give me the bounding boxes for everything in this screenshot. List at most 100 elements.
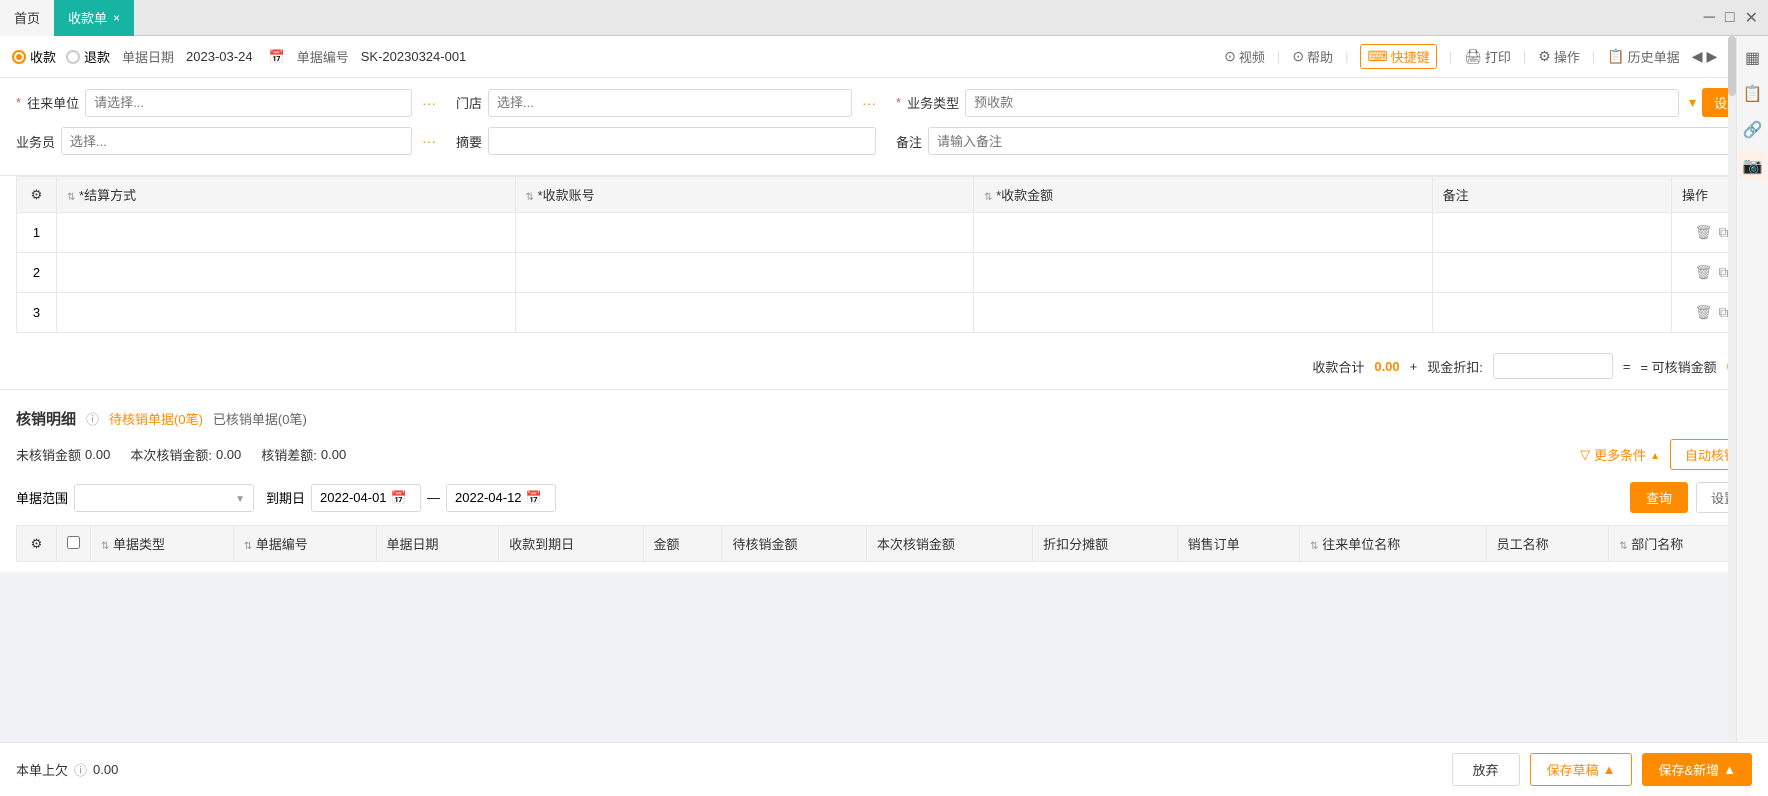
save-new-arrow[interactable]: ▲ <box>1723 762 1736 777</box>
total-value: 0.00 <box>1374 359 1399 374</box>
sort-settlement[interactable]: ⇅ <box>67 192 75 203</box>
date-from-input[interactable]: 2022-04-01 📅 <box>311 484 421 512</box>
bcol-date: 单据日期 <box>376 526 499 562</box>
row-account-3[interactable] <box>515 293 974 333</box>
row-note-2[interactable] <box>1432 253 1671 293</box>
amount-value: 0.00 <box>93 762 118 777</box>
cal-to-icon[interactable]: 📅 <box>526 490 542 506</box>
window-close-icon[interactable]: ✕ <box>1745 8 1758 28</box>
row-account-1[interactable] <box>515 213 974 253</box>
sort-type[interactable]: ⇅ <box>101 541 109 552</box>
staff-input[interactable] <box>61 127 412 155</box>
row-account-2[interactable] <box>515 253 974 293</box>
done-tab[interactable]: 已核销单据(0笔) <box>213 409 307 428</box>
tab-bar: 首页 收款单 × ─ □ ✕ <box>0 0 1768 36</box>
footer: 本单上欠 ⓘ 0.00 放弃 保存草稿 ▲ 保存&新增 ▲ <box>0 742 1768 796</box>
note-sidebar-icon[interactable]: 📋 <box>1739 80 1767 108</box>
nav-next-icon[interactable]: ▶ <box>1706 48 1717 65</box>
current-stat: 本次核销金额: 0.00 <box>130 445 241 464</box>
help-btn[interactable]: ⊙ 帮助 <box>1292 47 1333 66</box>
store-more-icon[interactable]: ··· <box>862 95 876 111</box>
actions-btn[interactable]: ⚙ 操作 <box>1538 47 1580 66</box>
nav-prev-icon[interactable]: ◀ <box>1692 48 1703 65</box>
bcol-pending: 待核销金额 <box>722 526 866 562</box>
refund-radio-dot <box>66 50 80 64</box>
save-new-btn[interactable]: 保存&新增 ▲ <box>1642 753 1752 786</box>
section-header: 核销明细 ⓘ 待核销单据(0笔) 已核销单据(0笔) <box>16 408 1752 429</box>
history-btn[interactable]: 📋 历史单据 <box>1607 47 1679 66</box>
amount-info-icon[interactable]: ⓘ <box>74 760 87 779</box>
shortcut-label: 快捷键 <box>1391 47 1430 66</box>
tab-home-label: 首页 <box>14 8 40 27</box>
row-amount-3[interactable] <box>974 293 1433 333</box>
bcol-number: ⇅ 单据编号 <box>233 526 376 562</box>
select-all-checkbox[interactable] <box>67 536 80 549</box>
amount-label: 本单上欠 <box>16 760 68 779</box>
video-btn[interactable]: ⊙ 视频 <box>1224 47 1265 66</box>
row-settlement-3[interactable] <box>57 293 516 333</box>
unverified-value: 0.00 <box>85 447 110 462</box>
bcol-checkbox[interactable] <box>57 526 91 562</box>
right-sidebar: ▦ 📋 🔗 📷 <box>1736 36 1768 796</box>
copy-row-icon-1[interactable]: ⧉ <box>1718 224 1728 241</box>
copy-row-icon-3[interactable]: ⧉ <box>1718 304 1728 321</box>
pending-tab[interactable]: 待核销单据(0笔) <box>109 409 203 428</box>
summary-input[interactable] <box>488 127 876 155</box>
save-draft-btn[interactable]: 保存草稿 ▲ <box>1530 753 1633 786</box>
print-btn[interactable]: 🖨 打印 <box>1464 47 1511 66</box>
shortcut-btn[interactable]: ⌨ 快捷键 <box>1360 44 1436 69</box>
delete-row-icon-2[interactable]: 🗑 <box>1695 264 1713 281</box>
link-sidebar-icon[interactable]: 🔗 <box>1739 116 1767 144</box>
tab-receipt[interactable]: 收款单 × <box>54 0 134 36</box>
store-input[interactable] <box>488 89 852 117</box>
partner-more-icon[interactable]: ··· <box>422 95 436 111</box>
tab-close-icon[interactable]: × <box>113 11 120 25</box>
receipt-table: ⚙ ⇅ *结算方式 ⇅ *收款账号 ⇅ *收款金额 备注 <box>16 176 1752 333</box>
date-to-input[interactable]: 2022-04-12 📅 <box>446 484 556 512</box>
scrollbar[interactable] <box>1728 36 1736 796</box>
note-input[interactable] <box>928 127 1752 155</box>
bcol-gear[interactable]: ⚙ <box>17 526 57 562</box>
staff-more-icon[interactable]: ··· <box>422 133 436 149</box>
sort-dept[interactable]: ⇅ <box>1619 541 1627 552</box>
scrollbar-thumb[interactable] <box>1728 36 1736 96</box>
col-gear[interactable]: ⚙ <box>17 177 57 213</box>
bottom-table-header: ⚙ ⇅ 单据类型 ⇅ 单据编号 单据日期 <box>17 526 1752 562</box>
date-calendar-icon[interactable]: 📅 <box>269 49 285 65</box>
table-sidebar-icon[interactable]: ▦ <box>1741 44 1764 72</box>
discount-input[interactable] <box>1493 353 1613 379</box>
row-amount-1[interactable] <box>974 213 1433 253</box>
receipt-radio[interactable]: 收款 <box>12 47 56 66</box>
table-row: 2 🗑 ⧉ <box>17 253 1752 293</box>
save-draft-arrow[interactable]: ▲ <box>1603 762 1616 777</box>
more-filter-btn[interactable]: ▽ 更多条件 <box>1580 445 1660 464</box>
abandon-btn[interactable]: 放弃 <box>1452 753 1520 786</box>
row-settlement-1[interactable] <box>57 213 516 253</box>
sort-amount[interactable]: ⇅ <box>984 192 992 203</box>
print-label: 打印 <box>1485 47 1511 66</box>
row-note-1[interactable] <box>1432 213 1671 253</box>
refund-radio[interactable]: 退款 <box>66 47 110 66</box>
business-type-arrow[interactable]: ▾ <box>1689 94 1696 111</box>
business-type-input[interactable] <box>965 89 1679 117</box>
partner-input[interactable] <box>85 89 412 117</box>
maximize-icon[interactable]: □ <box>1725 9 1735 27</box>
row-note-3[interactable] <box>1432 293 1671 333</box>
delete-row-icon-3[interactable]: 🗑 <box>1695 304 1713 321</box>
minimize-icon[interactable]: ─ <box>1704 9 1715 27</box>
form-row-1: * 往来单位 ··· 门店 ··· * 业务类型 ▾ 设置 <box>16 88 1752 117</box>
delete-row-icon-1[interactable]: 🗑 <box>1695 224 1713 241</box>
cal-from-icon[interactable]: 📅 <box>391 490 407 506</box>
row-settlement-2[interactable] <box>57 253 516 293</box>
copy-row-icon-2[interactable]: ⧉ <box>1718 264 1728 281</box>
sort-account[interactable]: ⇅ <box>526 192 534 203</box>
sort-partner[interactable]: ⇅ <box>1310 541 1318 552</box>
screenshot-sidebar-icon[interactable]: 📷 <box>1739 152 1767 180</box>
bcol-staff: 员工名称 <box>1486 526 1609 562</box>
row-amount-2[interactable] <box>974 253 1433 293</box>
query-btn[interactable]: 查询 <box>1630 482 1688 513</box>
tab-home[interactable]: 首页 <box>0 0 54 36</box>
range-select[interactable] <box>74 484 254 512</box>
sort-number[interactable]: ⇅ <box>244 541 252 552</box>
info-icon[interactable]: ⓘ <box>86 409 99 428</box>
